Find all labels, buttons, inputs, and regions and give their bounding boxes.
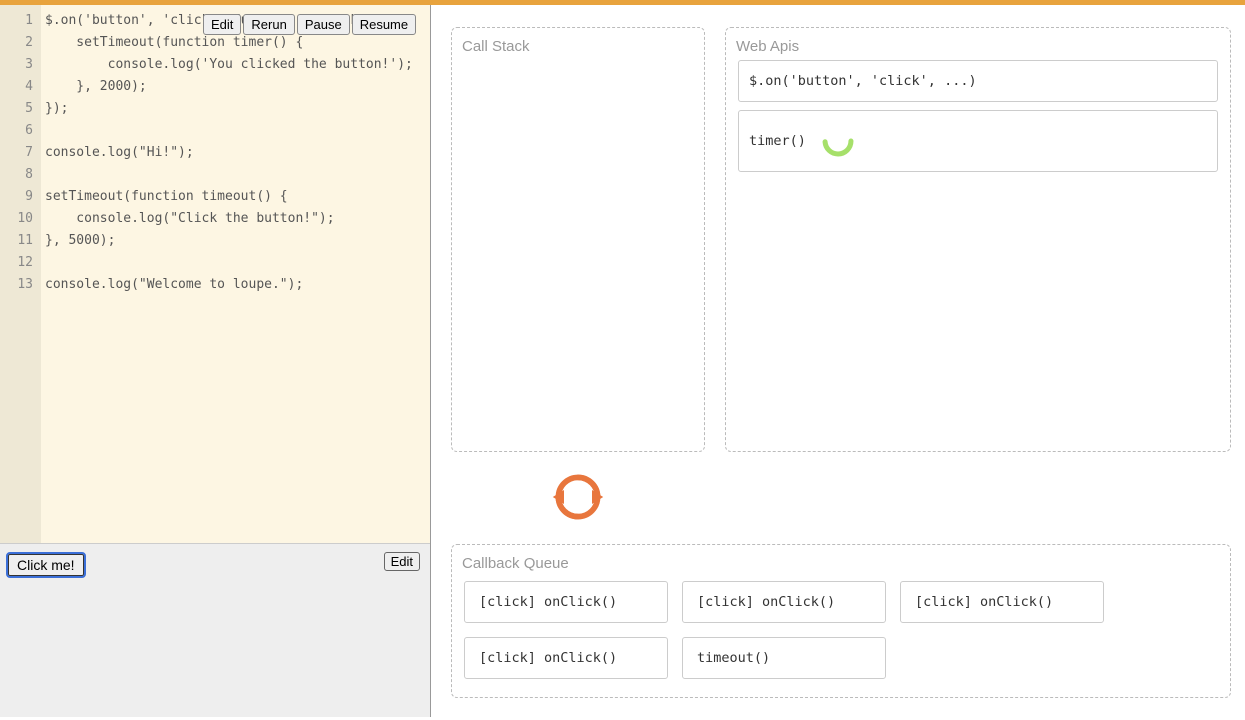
code-line: }, 2000);	[41, 76, 430, 98]
code-line	[41, 120, 430, 142]
callback-queue-item: timeout()	[682, 637, 886, 679]
line-number: 1	[0, 10, 41, 32]
line-number: 6	[0, 120, 41, 142]
callback-queue-item: [click] onClick()	[464, 581, 668, 623]
line-number: 12	[0, 252, 41, 274]
code-line: console.log("Hi!");	[41, 142, 430, 164]
editor-toolbar: Edit Rerun Pause Resume	[203, 14, 418, 35]
spinner-icon	[820, 123, 856, 159]
render-area: Click me! Edit	[0, 543, 430, 717]
line-number: 5	[0, 98, 41, 120]
line-number: 2	[0, 32, 41, 54]
web-apis-panel: Web Apis $.on('button', 'click', ...) ti…	[725, 27, 1231, 452]
left-pane: 12345678910111213 $.on('button', 'click'…	[0, 5, 431, 717]
line-number: 9	[0, 186, 41, 208]
web-api-item: timer()	[738, 110, 1218, 172]
event-loop-row	[451, 452, 1231, 544]
line-gutter: 12345678910111213	[0, 5, 41, 543]
code-editor[interactable]: 12345678910111213 $.on('button', 'click'…	[0, 5, 430, 543]
code-line: setTimeout(function timeout() {	[41, 186, 430, 208]
line-number: 11	[0, 230, 41, 252]
web-apis-title: Web Apis	[736, 38, 799, 55]
code-line: }, 5000);	[41, 230, 430, 252]
callback-queue-item: [click] onClick()	[900, 581, 1104, 623]
web-api-item: $.on('button', 'click', ...)	[738, 60, 1218, 102]
resume-button[interactable]: Resume	[352, 14, 416, 35]
code-line: });	[41, 98, 430, 120]
line-number: 8	[0, 164, 41, 186]
right-pane: Call Stack Web Apis $.on('button', 'clic…	[431, 5, 1245, 717]
pause-button[interactable]: Pause	[297, 14, 350, 35]
event-loop-icon	[543, 469, 613, 527]
callback-queue-panel: Callback Queue [click] onClick() [click] …	[451, 544, 1231, 698]
edit-button[interactable]: Edit	[203, 14, 241, 35]
code-line: console.log('You clicked the button!');	[41, 54, 430, 76]
line-number: 3	[0, 54, 41, 76]
code-line: console.log("Click the button!");	[41, 208, 430, 230]
line-number: 10	[0, 208, 41, 230]
line-number: 13	[0, 274, 41, 296]
callback-queue-item: [click] onClick()	[682, 581, 886, 623]
web-api-item-label: $.on('button', 'click', ...)	[749, 73, 977, 89]
code-line	[41, 164, 430, 186]
line-number: 4	[0, 76, 41, 98]
call-stack-title: Call Stack	[462, 38, 530, 55]
line-number: 7	[0, 142, 41, 164]
call-stack-panel: Call Stack	[451, 27, 705, 452]
web-api-item-label: timer()	[749, 133, 806, 149]
click-me-button[interactable]: Click me!	[8, 554, 84, 576]
code-content: $.on('button', 'click', function onClick…	[41, 5, 430, 543]
code-line	[41, 252, 430, 274]
code-line: console.log("Welcome to loupe.");	[41, 274, 430, 296]
render-edit-button[interactable]: Edit	[384, 552, 420, 571]
rerun-button[interactable]: Rerun	[243, 14, 294, 35]
code-line: setTimeout(function timer() {	[41, 32, 430, 54]
callback-queue-title: Callback Queue	[462, 555, 569, 572]
callback-queue-item: [click] onClick()	[464, 637, 668, 679]
